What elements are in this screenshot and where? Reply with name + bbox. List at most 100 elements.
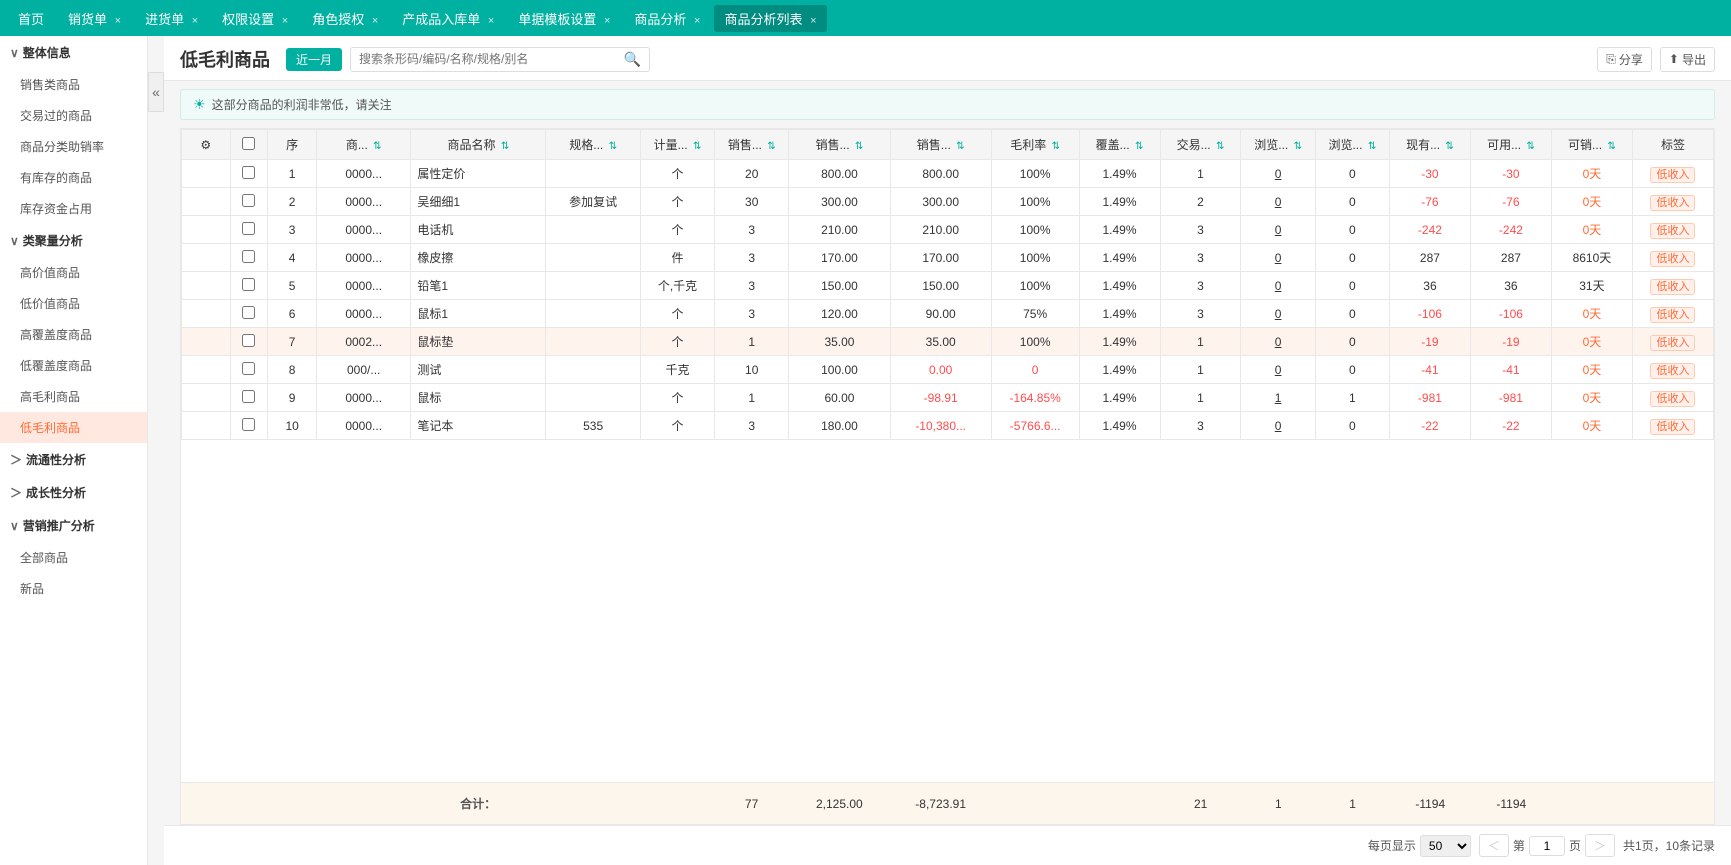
col-transaction[interactable]: 交易... ⇅ xyxy=(1160,130,1241,160)
sidebar-item-high-value[interactable]: 高价值商品 xyxy=(0,257,147,288)
view1-link[interactable]: 0 xyxy=(1275,167,1282,181)
sidebar-item-all-goods[interactable]: 全部商品 xyxy=(0,542,147,573)
col-sales-profit[interactable]: 销售... ⇅ xyxy=(890,130,991,160)
row-checkbox[interactable] xyxy=(230,216,268,244)
sidebar-group-circulation[interactable]: ＞ 流通性分析 xyxy=(0,443,147,476)
row-view1[interactable]: 0 xyxy=(1241,328,1315,356)
col-settings[interactable]: ⚙ xyxy=(182,130,231,160)
filter-btn[interactable]: 近一月 xyxy=(286,48,342,71)
view1-link[interactable]: 0 xyxy=(1275,363,1282,377)
col-coverage[interactable]: 覆盖... ⇅ xyxy=(1079,130,1160,160)
row-select[interactable] xyxy=(242,362,255,375)
row-checkbox[interactable] xyxy=(230,272,268,300)
col-available-stock[interactable]: 可用... ⇅ xyxy=(1470,130,1551,160)
row-view1[interactable]: 0 xyxy=(1241,356,1315,384)
view1-link[interactable]: 0 xyxy=(1275,195,1282,209)
row-checkbox[interactable] xyxy=(230,356,268,384)
sidebar-item-low-value[interactable]: 低价值商品 xyxy=(0,288,147,319)
view1-link[interactable]: 0 xyxy=(1275,251,1282,265)
sidebar-item-high-margin[interactable]: 高毛利商品 xyxy=(0,381,147,412)
sidebar-group-marketing[interactable]: ∨ 营销推广分析 xyxy=(0,509,147,542)
per-page-select[interactable]: 50 20 100 xyxy=(1420,835,1471,857)
sidebar-item-low-coverage[interactable]: 低覆盖度商品 xyxy=(0,350,147,381)
row-select[interactable] xyxy=(242,418,255,431)
row-view1[interactable]: 0 xyxy=(1241,300,1315,328)
nav-analysis[interactable]: 商品分析 × xyxy=(624,5,710,32)
share-btn[interactable]: ⎘ 分享 xyxy=(1597,47,1652,72)
sidebar-item-new-goods[interactable]: 新品 xyxy=(0,573,147,604)
row-checkbox[interactable] xyxy=(230,160,268,188)
col-sellable-days[interactable]: 可销... ⇅ xyxy=(1551,130,1632,160)
sidebar-collapse-btn[interactable]: « xyxy=(148,72,164,112)
row-view1[interactable]: 0 xyxy=(1241,272,1315,300)
view1-link[interactable]: 0 xyxy=(1275,335,1282,349)
col-sales-qty[interactable]: 销售... ⇅ xyxy=(715,130,789,160)
view1-link[interactable]: 0 xyxy=(1275,419,1282,433)
select-all-checkbox[interactable] xyxy=(242,137,255,150)
nav-product-entry[interactable]: 产成品入库单 × xyxy=(392,5,504,32)
nav-template-close[interactable]: × xyxy=(604,15,610,27)
sidebar-item-traded[interactable]: 交易过的商品 xyxy=(0,100,147,131)
col-gross-margin[interactable]: 毛利率 ⇅ xyxy=(991,130,1079,160)
view1-link[interactable]: 0 xyxy=(1275,279,1282,293)
col-code[interactable]: 商... ⇅ xyxy=(316,130,410,160)
nav-analysis-list[interactable]: 商品分析列表 × xyxy=(714,5,826,32)
row-checkbox[interactable] xyxy=(230,188,268,216)
nav-sales-close[interactable]: × xyxy=(115,15,121,27)
nav-purchase-close[interactable]: × xyxy=(192,15,198,27)
nav-home[interactable]: 首页 xyxy=(8,5,54,32)
sidebar-item-capital[interactable]: 库存资金占用 xyxy=(0,193,147,224)
view1-link[interactable]: 0 xyxy=(1275,223,1282,237)
nav-template[interactable]: 单据模板设置 × xyxy=(508,5,620,32)
nav-permissions[interactable]: 权限设置 × xyxy=(212,5,298,32)
sidebar-item-sales-goods[interactable]: 销售类商品 xyxy=(0,69,147,100)
nav-analysis-list-close[interactable]: × xyxy=(810,15,816,27)
nav-permissions-close[interactable]: × xyxy=(282,15,288,27)
col-spec[interactable]: 规格... ⇅ xyxy=(546,130,640,160)
row-checkbox[interactable] xyxy=(230,412,268,440)
next-btn[interactable]: ＞ xyxy=(1585,834,1615,857)
row-select[interactable] xyxy=(242,278,255,291)
nav-analysis-close[interactable]: × xyxy=(694,15,700,27)
view1-link[interactable]: 0 xyxy=(1275,307,1282,321)
row-checkbox[interactable] xyxy=(230,244,268,272)
search-icon[interactable]: 🔍 xyxy=(624,51,641,68)
col-view2[interactable]: 浏览... ⇅ xyxy=(1315,130,1389,160)
sidebar-item-low-margin[interactable]: 低毛利商品 xyxy=(0,412,147,443)
sidebar-item-high-coverage[interactable]: 高覆盖度商品 xyxy=(0,319,147,350)
row-checkbox[interactable] xyxy=(230,384,268,412)
nav-purchase[interactable]: 进货单 × xyxy=(135,5,208,32)
row-select[interactable] xyxy=(242,250,255,263)
nav-sales[interactable]: 销货单 × xyxy=(58,5,131,32)
row-select[interactable] xyxy=(242,306,255,319)
sidebar-item-in-stock[interactable]: 有库存的商品 xyxy=(0,162,147,193)
col-name[interactable]: 商品名称 ⇅ xyxy=(411,130,546,160)
row-select[interactable] xyxy=(242,166,255,179)
export-btn[interactable]: ⬆ 导出 xyxy=(1660,47,1715,72)
row-checkbox[interactable] xyxy=(230,328,268,356)
row-view1[interactable]: 0 xyxy=(1241,412,1315,440)
search-input[interactable] xyxy=(359,52,624,66)
col-current-stock[interactable]: 现有... ⇅ xyxy=(1389,130,1470,160)
nav-roles[interactable]: 角色授权 × xyxy=(302,5,388,32)
row-view1[interactable]: 0 xyxy=(1241,160,1315,188)
row-checkbox[interactable] xyxy=(230,300,268,328)
col-sales-amount[interactable]: 销售... ⇅ xyxy=(789,130,890,160)
row-view1[interactable]: 0 xyxy=(1241,244,1315,272)
row-select[interactable] xyxy=(242,390,255,403)
nav-roles-close[interactable]: × xyxy=(372,15,378,27)
col-unit[interactable]: 计量... ⇅ xyxy=(640,130,714,160)
row-select[interactable] xyxy=(242,222,255,235)
page-input[interactable] xyxy=(1529,836,1565,856)
row-view1[interactable]: 1 xyxy=(1241,384,1315,412)
row-select[interactable] xyxy=(242,194,255,207)
prev-btn[interactable]: ＜ xyxy=(1479,834,1509,857)
row-view1[interactable]: 0 xyxy=(1241,188,1315,216)
sidebar-group-overview[interactable]: ∨ 整体信息 xyxy=(0,36,147,69)
sidebar-group-cluster[interactable]: ∨ 类聚量分析 xyxy=(0,224,147,257)
nav-product-entry-close[interactable]: × xyxy=(488,15,494,27)
view1-link[interactable]: 1 xyxy=(1275,391,1282,405)
row-select[interactable] xyxy=(242,334,255,347)
sidebar-group-growth[interactable]: ＞ 成长性分析 xyxy=(0,476,147,509)
row-view1[interactable]: 0 xyxy=(1241,216,1315,244)
